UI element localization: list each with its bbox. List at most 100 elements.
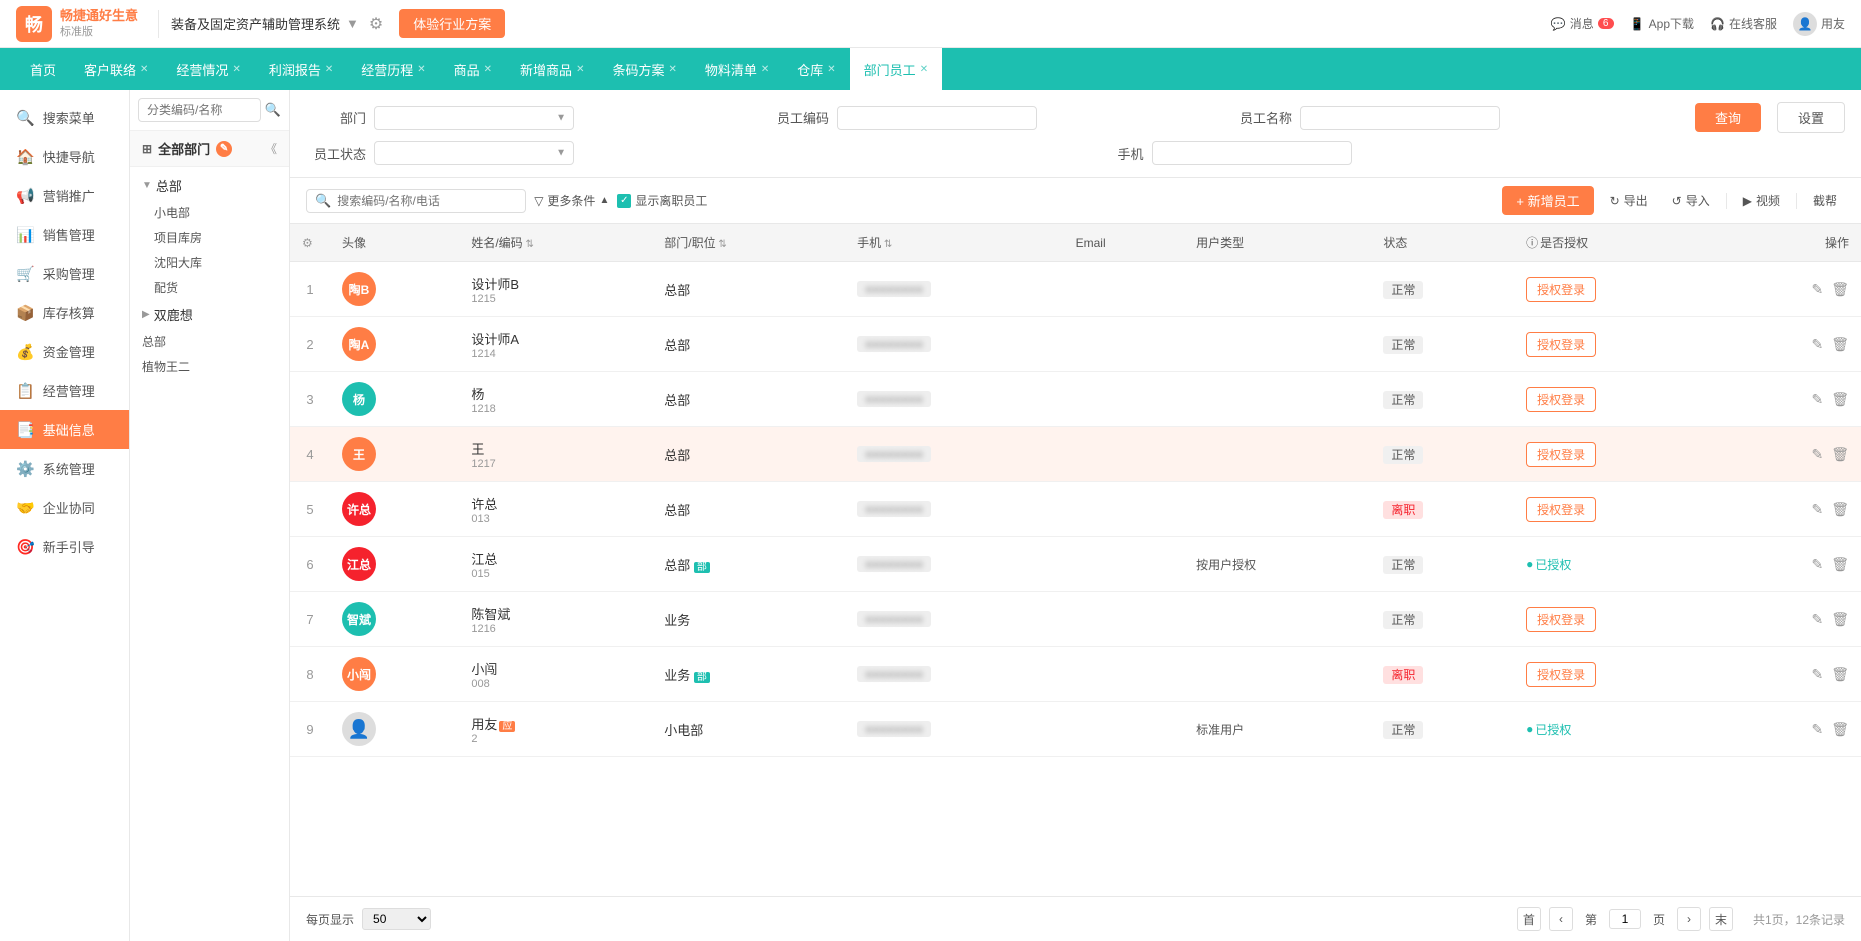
edit-btn[interactable]: ✎	[1811, 556, 1823, 573]
nav-close-icon[interactable]: ✕	[232, 64, 240, 75]
nav-item-goods[interactable]: 商品 ✕	[440, 48, 506, 90]
filter-empcode-input[interactable]	[837, 106, 1037, 130]
reset-button[interactable]: 设置	[1777, 102, 1845, 133]
page-size-select[interactable]: 50 20 100	[362, 908, 431, 930]
dept-search-input[interactable]	[138, 98, 261, 122]
show-resigned-checkbox[interactable]: ✓	[617, 194, 631, 208]
service-btn[interactable]: 🎧 在线客服	[1710, 15, 1777, 32]
filter-more-btn[interactable]: ▽ 更多条件 ▲	[534, 192, 609, 209]
help-btn[interactable]: 截帮	[1805, 188, 1845, 213]
dept-child-zongbu2[interactable]: 总部	[130, 329, 289, 354]
user-btn[interactable]: 👤 用友	[1793, 12, 1845, 36]
next-page-btn[interactable]: ›	[1677, 907, 1701, 931]
search-input[interactable]	[337, 190, 517, 212]
dept-group-title-shuanglu[interactable]: ▶ 双鹿想	[130, 300, 289, 329]
sidebar-item-management[interactable]: 📋 经营管理	[0, 371, 129, 410]
export-btn[interactable]: ↻ 导出	[1602, 188, 1656, 213]
nav-close-icon[interactable]: ✕	[325, 64, 333, 75]
auth-btn[interactable]: 授权登录	[1526, 332, 1596, 357]
dept-child-project[interactable]: 项目库房	[130, 225, 289, 250]
edit-btn[interactable]: ✎	[1811, 501, 1823, 518]
filter-empname-input[interactable]	[1300, 106, 1500, 130]
edit-btn[interactable]: ✎	[1811, 721, 1823, 738]
show-resigned-toggle[interactable]: ✓ 显示离职员工	[617, 192, 707, 209]
auth-btn[interactable]: 授权登录	[1526, 497, 1596, 522]
sidebar-item-quicknav[interactable]: 🏠 快捷导航	[0, 137, 129, 176]
sidebar-item-purchase[interactable]: 🛒 采购管理	[0, 254, 129, 293]
dept-child-peihuo[interactable]: 配货	[130, 275, 289, 300]
sidebar-item-guide[interactable]: 🎯 新手引导	[0, 527, 129, 566]
last-page-btn[interactable]: 末	[1709, 907, 1733, 931]
message-btn[interactable]: 💬 消息 6	[1551, 15, 1614, 32]
delete-btn[interactable]: 🗑	[1831, 666, 1849, 683]
delete-btn[interactable]: 🗑	[1831, 281, 1849, 298]
prev-page-btn[interactable]: ‹	[1549, 907, 1573, 931]
nav-close-icon[interactable]: ✕	[140, 64, 148, 75]
delete-btn[interactable]: 🗑	[1831, 721, 1849, 738]
nav-item-warehouse[interactable]: 仓库 ✕	[783, 48, 849, 90]
nav-close-icon[interactable]: ✕	[417, 64, 425, 75]
delete-btn[interactable]: 🗑	[1831, 391, 1849, 408]
nav-item-add-goods[interactable]: 新增商品 ✕	[506, 48, 598, 90]
col-phone[interactable]: 手机	[845, 224, 1063, 262]
dept-child-xiaodian[interactable]: 小电部	[130, 200, 289, 225]
nav-close-icon[interactable]: ✕	[761, 64, 769, 75]
sidebar-item-finance[interactable]: 💰 资金管理	[0, 332, 129, 371]
col-settings[interactable]: ⚙	[290, 224, 330, 262]
auth-btn[interactable]: 授权登录	[1526, 277, 1596, 302]
current-page-input[interactable]	[1609, 909, 1641, 929]
sidebar-item-basicinfo[interactable]: 📑 基础信息	[0, 410, 129, 449]
col-name[interactable]: 姓名/编码	[459, 224, 652, 262]
nav-close-icon[interactable]: ✕	[668, 64, 676, 75]
dept-edit-icon[interactable]: ✎	[216, 141, 232, 157]
auth-btn[interactable]: 授权登录	[1526, 662, 1596, 687]
dept-search-icon[interactable]: 🔍	[265, 102, 281, 118]
nav-item-operation[interactable]: 经营情况 ✕	[162, 48, 254, 90]
delete-btn[interactable]: 🗑	[1831, 446, 1849, 463]
sidebar-item-inventory[interactable]: 📦 库存核算	[0, 293, 129, 332]
nav-item-profit[interactable]: 利润报告 ✕	[255, 48, 347, 90]
sidebar-item-collab[interactable]: 🤝 企业协同	[0, 488, 129, 527]
nav-item-employee[interactable]: 部门员工 ✕	[850, 48, 942, 90]
view-btn[interactable]: ▶ 视频	[1735, 188, 1788, 213]
dept-group-title-zongbu[interactable]: ▼ 总部	[130, 171, 289, 200]
nav-item-home[interactable]: 首页	[16, 48, 70, 90]
delete-btn[interactable]: 🗑	[1831, 556, 1849, 573]
delete-btn[interactable]: 🗑	[1831, 611, 1849, 628]
auth-btn[interactable]: 授权登录	[1526, 387, 1596, 412]
delete-btn[interactable]: 🗑	[1831, 336, 1849, 353]
import-btn[interactable]: ↺ 导入	[1664, 188, 1718, 213]
auth-btn[interactable]: 授权登录	[1526, 607, 1596, 632]
auth-btn[interactable]: 授权登录	[1526, 442, 1596, 467]
filter-status-select[interactable]	[374, 141, 574, 165]
delete-btn[interactable]: 🗑	[1831, 501, 1849, 518]
edit-btn[interactable]: ✎	[1811, 391, 1823, 408]
settings-icon[interactable]: ⚙	[369, 14, 383, 34]
nav-item-bom[interactable]: 物料清单 ✕	[691, 48, 783, 90]
dept-collapse-icon[interactable]: 《	[265, 140, 277, 157]
query-button[interactable]: 查询	[1695, 103, 1761, 132]
nav-item-history[interactable]: 经营历程 ✕	[347, 48, 439, 90]
edit-btn[interactable]: ✎	[1811, 281, 1823, 298]
col-dept[interactable]: 部门/职位	[652, 224, 845, 262]
nav-close-icon[interactable]: ✕	[827, 64, 835, 75]
nav-close-icon[interactable]: ✕	[484, 64, 492, 75]
app-download-btn[interactable]: 📱 App下载	[1630, 15, 1694, 32]
nav-close-active-icon[interactable]: ✕	[920, 64, 928, 75]
sidebar-item-marketing[interactable]: 📢 营销推广	[0, 176, 129, 215]
dept-child-zhiwu[interactable]: 植物王二	[130, 354, 289, 379]
edit-btn[interactable]: ✎	[1811, 666, 1823, 683]
filter-phone-input[interactable]	[1152, 141, 1352, 165]
sidebar-item-system[interactable]: ⚙️ 系统管理	[0, 449, 129, 488]
dept-child-shenyang[interactable]: 沈阳大库	[130, 250, 289, 275]
nav-close-icon[interactable]: ✕	[576, 64, 584, 75]
edit-btn[interactable]: ✎	[1811, 446, 1823, 463]
add-employee-btn[interactable]: + 新增员工	[1502, 186, 1593, 215]
col-settings-icon[interactable]: ⚙	[302, 236, 313, 250]
filter-dept-select[interactable]	[374, 106, 574, 130]
edit-btn[interactable]: ✎	[1811, 336, 1823, 353]
try-btn[interactable]: 体验行业方案	[399, 9, 505, 38]
nav-item-customer[interactable]: 客户联络 ✕	[70, 48, 162, 90]
sidebar-item-search[interactable]: 🔍 搜索菜单	[0, 98, 129, 137]
edit-btn[interactable]: ✎	[1811, 611, 1823, 628]
